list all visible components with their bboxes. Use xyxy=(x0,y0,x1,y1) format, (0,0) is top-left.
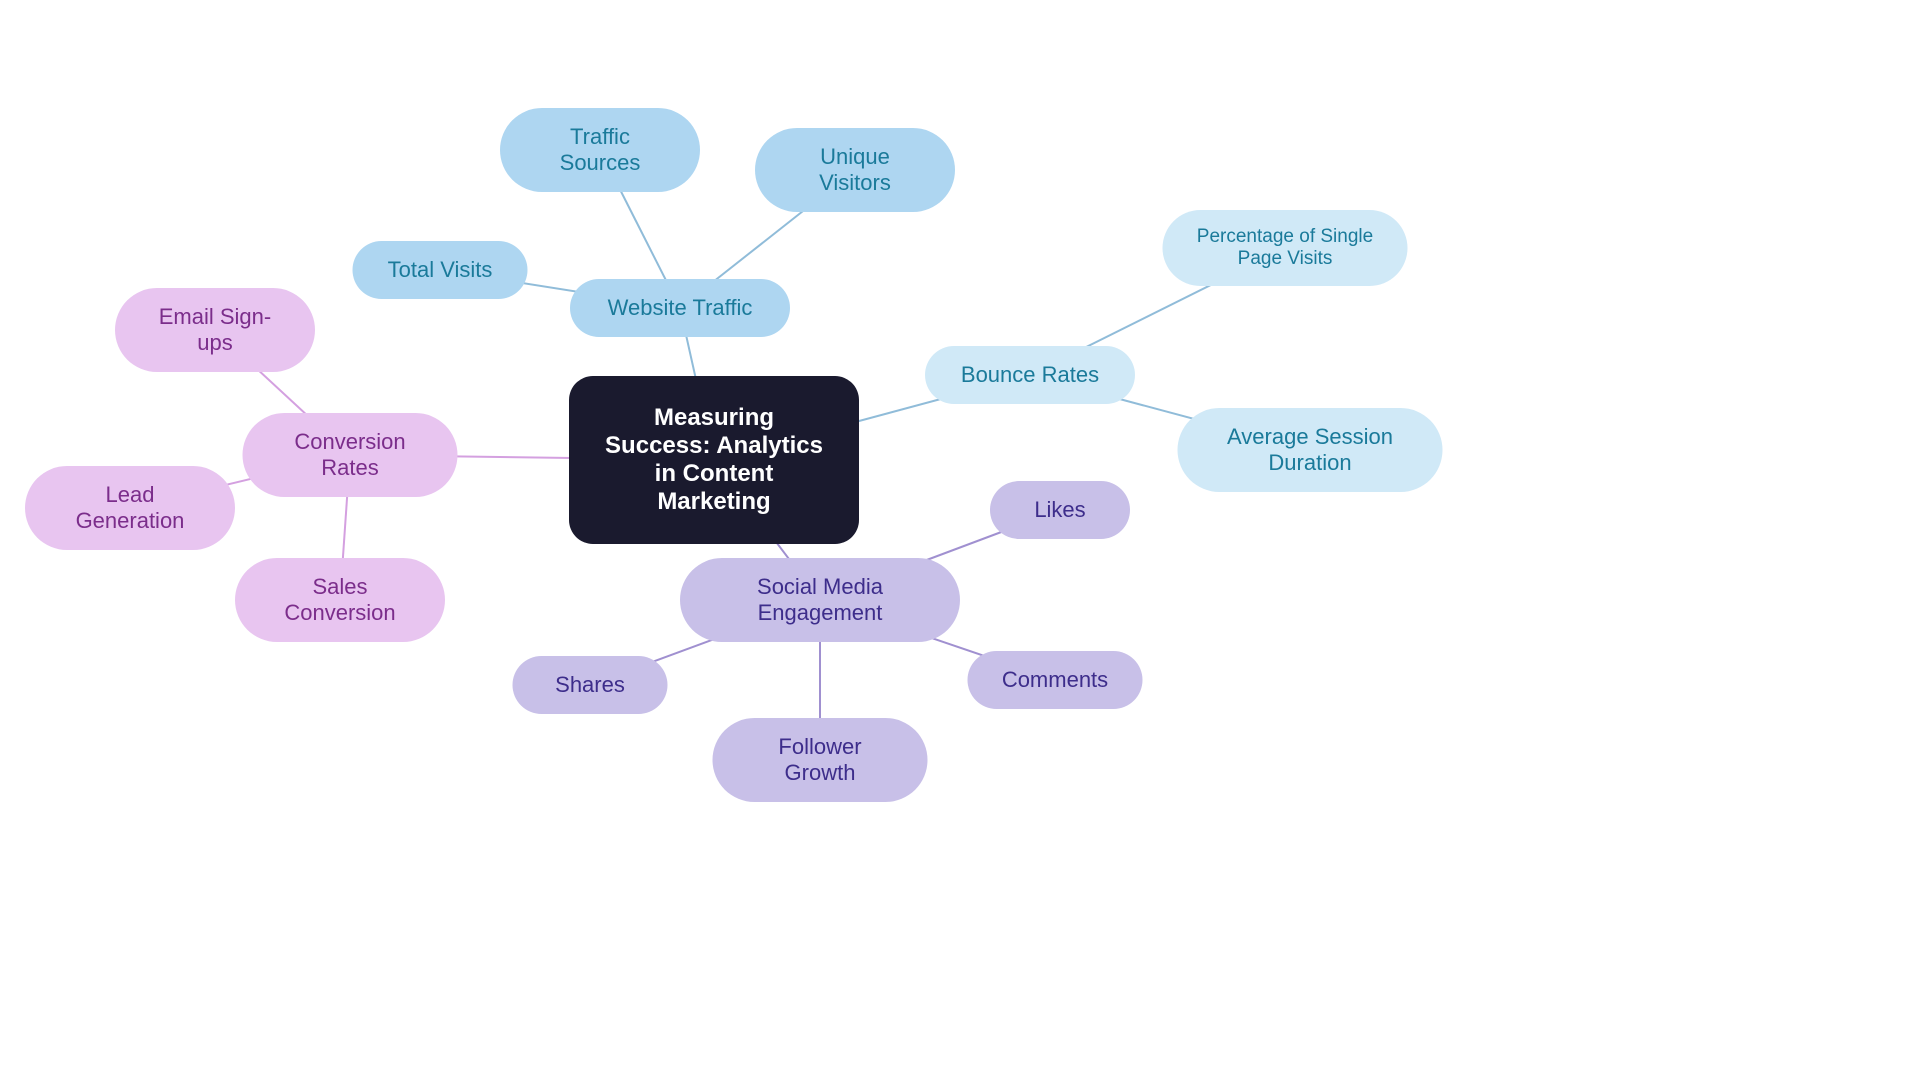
conversion-rates-node[interactable]: Conversion Rates xyxy=(243,413,458,497)
social-media-node[interactable]: Social Media Engagement xyxy=(680,558,960,642)
shares-node[interactable]: Shares xyxy=(513,656,668,714)
likes-node[interactable]: Likes xyxy=(990,481,1130,539)
total-visits-node[interactable]: Total Visits xyxy=(353,241,528,299)
traffic-sources-node[interactable]: Traffic Sources xyxy=(500,108,700,192)
unique-visitors-node[interactable]: Unique Visitors xyxy=(755,128,955,212)
mindmap-container: Measuring Success: Analytics in Content … xyxy=(0,0,1920,1083)
bounce-rates-node[interactable]: Bounce Rates xyxy=(925,346,1135,404)
sales-conversion-node[interactable]: Sales Conversion xyxy=(235,558,445,642)
connections-svg xyxy=(0,0,1920,1083)
avg-session-node[interactable]: Average Session Duration xyxy=(1178,408,1443,492)
email-signups-node[interactable]: Email Sign-ups xyxy=(115,288,315,372)
percentage-single-node[interactable]: Percentage of Single Page Visits xyxy=(1163,210,1408,286)
comments-node[interactable]: Comments xyxy=(968,651,1143,709)
center-node[interactable]: Measuring Success: Analytics in Content … xyxy=(569,376,859,544)
lead-generation-node[interactable]: Lead Generation xyxy=(25,466,235,550)
website-traffic-node[interactable]: Website Traffic xyxy=(570,279,790,337)
follower-growth-node[interactable]: Follower Growth xyxy=(713,718,928,802)
